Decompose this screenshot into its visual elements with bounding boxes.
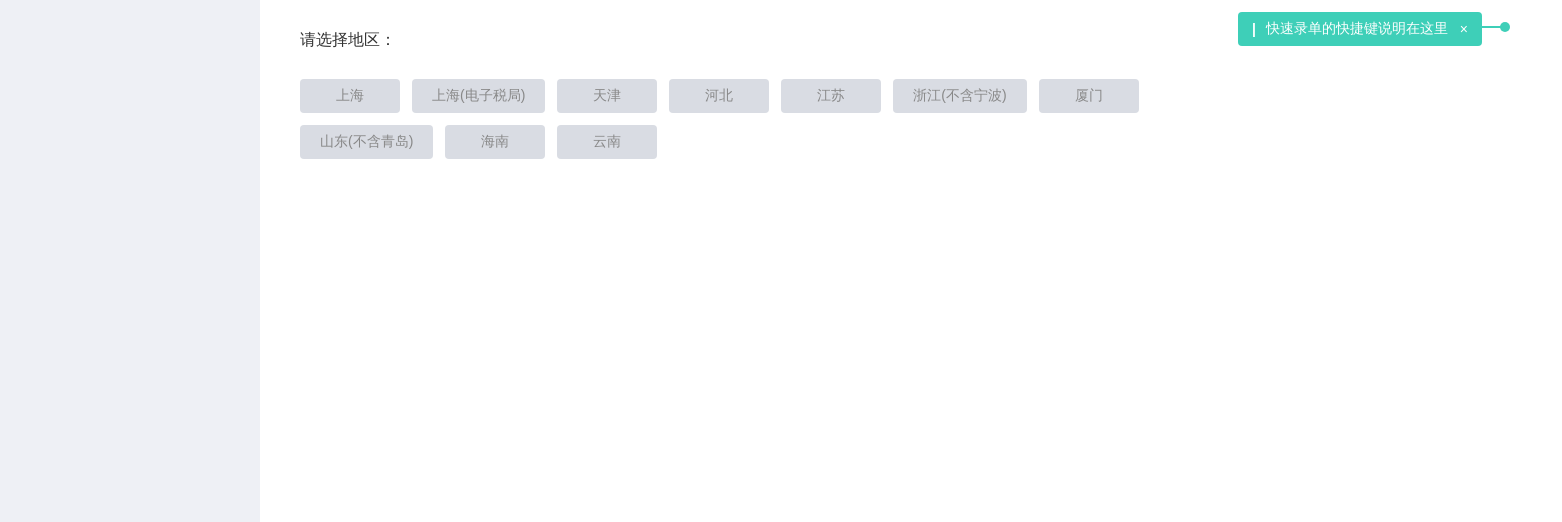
- region-btn-shandong[interactable]: 山东(不含青岛): [300, 125, 433, 159]
- region-btn-hebei[interactable]: 河北: [669, 79, 769, 113]
- region-buttons-container: 上海 上海(电子税局) 天津 河北 江苏 浙江(不含宁波) 厦门: [300, 79, 1522, 113]
- tooltip-text: 快速录单的快捷键说明在这里: [1266, 20, 1448, 38]
- region-btn-yunnan[interactable]: 云南: [557, 125, 657, 159]
- region-btn-tianjin[interactable]: 天津: [557, 79, 657, 113]
- tooltip-banner: 快速录单的快捷键说明在这里 ×: [1238, 12, 1482, 46]
- sidebar: [0, 0, 260, 522]
- region-btn-hainan[interactable]: 海南: [445, 125, 545, 159]
- tooltip-close-button[interactable]: ×: [1460, 21, 1468, 37]
- region-btn-shanghai-etax[interactable]: 上海(电子税局): [412, 79, 545, 113]
- region-btn-shanghai[interactable]: 上海: [300, 79, 400, 113]
- tooltip-connector-dot: [1500, 22, 1510, 32]
- region-btn-zhejiang[interactable]: 浙江(不含宁波): [893, 79, 1026, 113]
- region-btn-jiangsu[interactable]: 江苏: [781, 79, 881, 113]
- main-content: 请选择地区： 上海 上海(电子税局) 天津 河北 江苏 浙江(不含宁波) 厦门 …: [260, 0, 1562, 522]
- region-buttons-row2: 山东(不含青岛) 海南 云南: [300, 125, 1522, 159]
- region-btn-xiamen[interactable]: 厦门: [1039, 79, 1139, 113]
